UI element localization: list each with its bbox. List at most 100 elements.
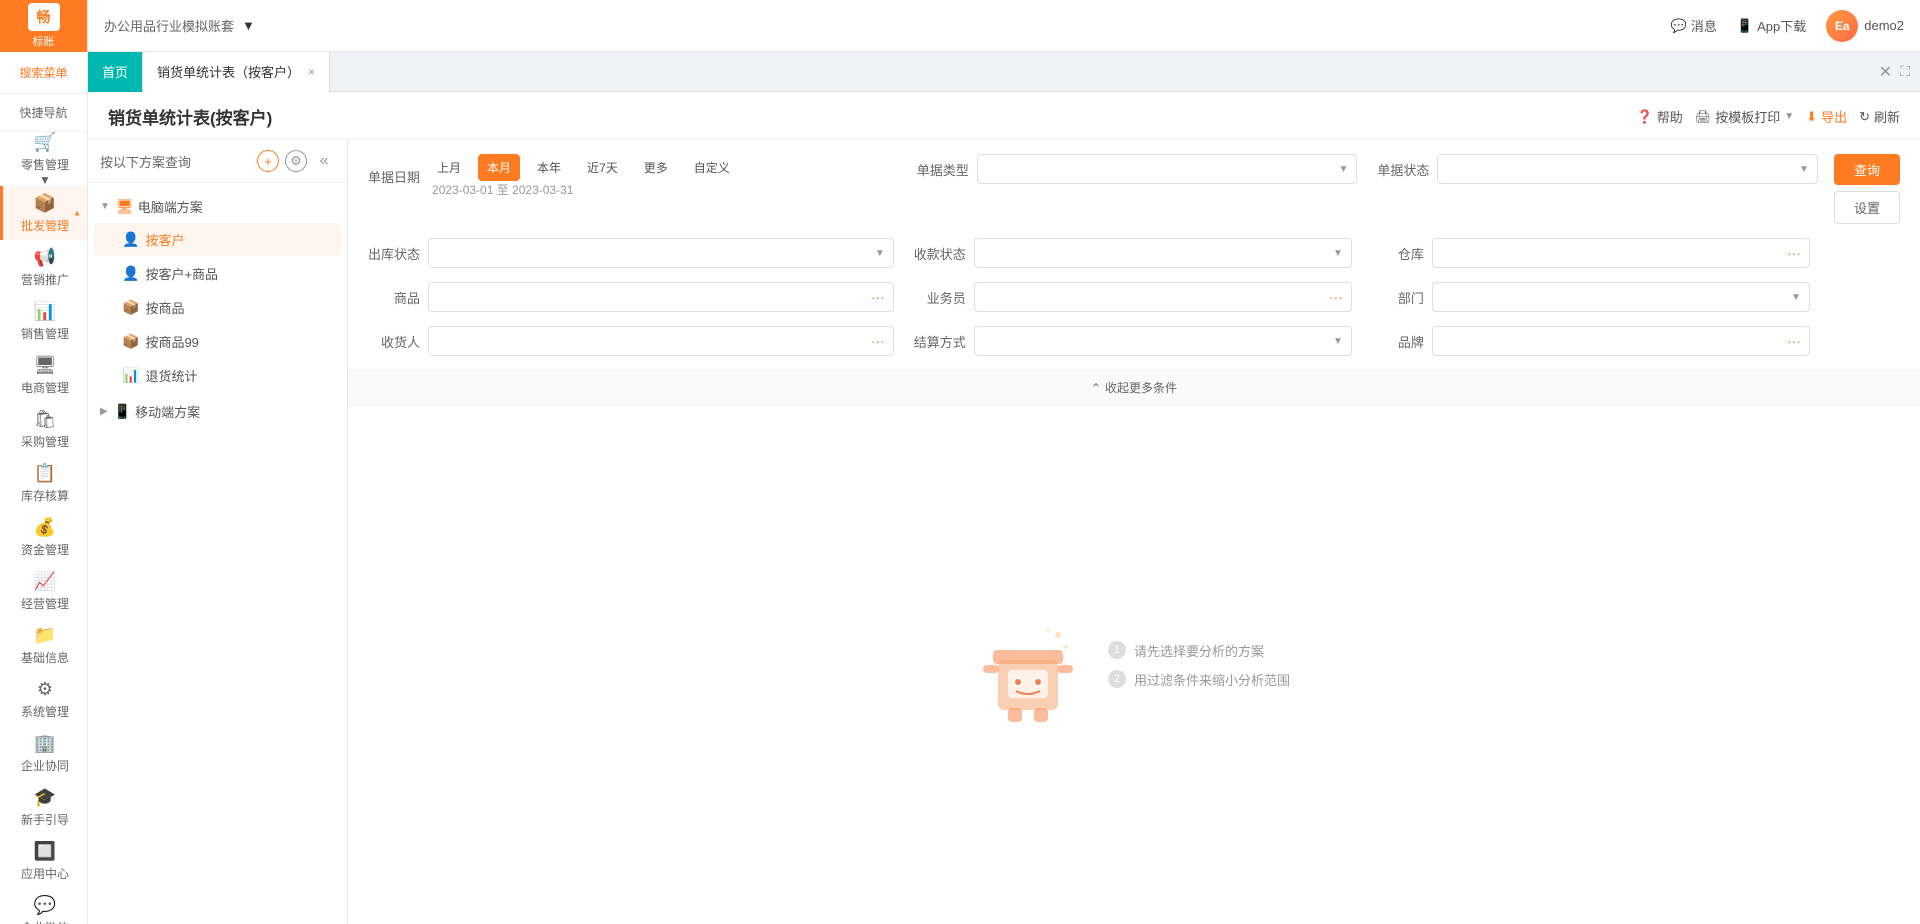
query-button[interactable]: 查询 bbox=[1834, 154, 1900, 185]
sidebar-item-newbie[interactable]: 🎓 新手引导 bbox=[0, 780, 87, 834]
department-input[interactable]: ▼ bbox=[1432, 282, 1810, 312]
date-filter-row: 上月 本月 本年 近7天 更多 自定义 bbox=[428, 154, 897, 181]
empty-tips: 1 请先选择要分析的方案 2 用过滤条件来缩小分析范围 bbox=[1108, 641, 1290, 689]
collapse-scheme-button[interactable]: « bbox=[313, 150, 335, 172]
scheme-item-customer-product[interactable]: 👤 按客户+商品 bbox=[94, 257, 341, 290]
salesperson-input[interactable]: ··· bbox=[974, 282, 1352, 312]
product-scheme-label: 按商品 bbox=[145, 298, 184, 317]
export-button[interactable]: ⬇ 导出 bbox=[1806, 107, 1847, 126]
scheme-group-desktop-header[interactable]: ▼ 🖥 电脑端方案 bbox=[88, 191, 347, 222]
app-download-label: App下载 bbox=[1757, 16, 1806, 35]
collapse-more-row[interactable]: ⌃ 收起更多条件 bbox=[348, 371, 1920, 405]
scheme-item-return-stats[interactable]: 📊 退货统计 bbox=[94, 359, 341, 392]
empty-tip-2: 2 用过滤条件来缩小分析范围 bbox=[1108, 670, 1290, 689]
purchase-label: 采购管理 bbox=[21, 433, 69, 450]
search-menu-label[interactable]: 搜索菜单 bbox=[6, 60, 81, 85]
tip-num-2: 2 bbox=[1108, 670, 1126, 688]
collect-status-input[interactable]: ▼ bbox=[974, 238, 1352, 268]
scheme-group-mobile-header[interactable]: ▶ 📱 移动端方案 bbox=[88, 396, 347, 427]
sidebar-item-basic[interactable]: 📁 基础信息 bbox=[0, 618, 87, 672]
date-btn-this-month[interactable]: 本月 bbox=[478, 154, 520, 181]
window-maximize-icon[interactable]: ⛶ bbox=[1900, 63, 1910, 80]
warehouse-dots-icon[interactable]: ··· bbox=[1787, 245, 1801, 261]
date-btn-this-year[interactable]: 本年 bbox=[528, 154, 570, 181]
print-arrow-icon[interactable]: ▼ bbox=[1784, 111, 1794, 122]
sidebar-nav: 🛒 零售管理 📦 批发管理 📢 营销推广 📊 销售管理 🖥 电商管理 🛍 采购管… bbox=[0, 132, 87, 924]
collect-status-label: 收款状态 bbox=[914, 244, 974, 263]
sidebar-item-wholesale[interactable]: 📦 批发管理 bbox=[0, 186, 87, 240]
tab-home[interactable]: 首页 bbox=[88, 52, 143, 92]
receiver-label: 收货人 bbox=[368, 332, 428, 351]
sidebar-item-inventory[interactable]: 📋 库存核算 bbox=[0, 456, 87, 510]
tip-num-1: 1 bbox=[1108, 641, 1126, 659]
warehouse-input[interactable]: ··· bbox=[1432, 238, 1810, 268]
sidebar-item-corpwechat[interactable]: 💬 企业微信 bbox=[0, 888, 87, 924]
refresh-button[interactable]: ↻ 刷新 bbox=[1859, 107, 1900, 126]
brand-dots-icon[interactable]: ··· bbox=[1787, 333, 1801, 349]
finance-icon: 💰 bbox=[34, 517, 56, 538]
out-status-input[interactable]: ▼ bbox=[428, 238, 894, 268]
salesperson-label: 业务员 bbox=[914, 288, 974, 307]
scheme-item-by-customer[interactable]: 👤 按客户 bbox=[94, 223, 341, 256]
date-btn-7days[interactable]: 近7天 bbox=[578, 154, 627, 181]
window-close-icon[interactable]: ✕ bbox=[1879, 62, 1892, 82]
purchase-icon: 🛍 bbox=[34, 409, 57, 430]
doc-status-label: 单据状态 bbox=[1377, 160, 1437, 179]
group-desktop-arrow-icon: ▼ bbox=[100, 201, 110, 212]
wholesale-label: 批发管理 bbox=[21, 217, 69, 234]
tab-maximize-area: ✕ ⛶ bbox=[1879, 62, 1920, 82]
tab-sales-stats[interactable]: 销货单统计表（按客户） × bbox=[143, 52, 330, 92]
salesperson-dots-icon[interactable]: ··· bbox=[1329, 289, 1343, 305]
header-breadcrumb: 办公用品行业模拟账套 bbox=[104, 16, 234, 35]
date-btn-more[interactable]: 更多 bbox=[635, 154, 677, 181]
sidebar-item-appcenter[interactable]: 🔲 应用中心 bbox=[0, 834, 87, 888]
doc-type-input[interactable]: ▼ bbox=[977, 154, 1358, 184]
sales-label: 销售管理 bbox=[21, 325, 69, 342]
add-scheme-button[interactable]: + bbox=[257, 150, 279, 172]
tab-close-icon[interactable]: × bbox=[308, 66, 315, 78]
scheme-item-by-product[interactable]: 📦 按商品 bbox=[94, 291, 341, 324]
sidebar-item-ecommerce[interactable]: 🖥 电商管理 bbox=[0, 348, 87, 402]
sidebar-item-finance[interactable]: 💰 资金管理 bbox=[0, 510, 87, 564]
receiver-dots-icon[interactable]: ··· bbox=[871, 333, 885, 349]
sidebar-item-retail[interactable]: 🛒 零售管理 bbox=[0, 132, 87, 186]
retail-label: 零售管理 bbox=[21, 156, 69, 173]
product-dots-icon[interactable]: ··· bbox=[871, 289, 885, 305]
print-button[interactable]: 🖨 按模板打印 ▼ bbox=[1695, 107, 1794, 126]
sidebar-item-operations[interactable]: 📈 经营管理 bbox=[0, 564, 87, 618]
sidebar-search[interactable]: 搜索菜单 bbox=[0, 52, 87, 94]
product-input[interactable]: ··· bbox=[428, 282, 894, 312]
enterprise-icon: 🏢 bbox=[34, 733, 56, 754]
sidebar-item-purchase[interactable]: 🛍 采购管理 bbox=[0, 402, 87, 456]
enterprise-label: 企业协同 bbox=[21, 757, 69, 774]
appcenter-label: 应用中心 bbox=[21, 865, 69, 882]
brand-input[interactable]: ··· bbox=[1432, 326, 1810, 356]
corpwechat-label: 企业微信 bbox=[21, 919, 69, 924]
product-scheme-icon: 📦 bbox=[122, 299, 139, 316]
scheme-panel: 按以下方案查询 + ⚙ « ▼ 🖥 电脑端方案 bbox=[88, 140, 348, 924]
collect-status-arrow-icon: ▼ bbox=[1333, 248, 1343, 259]
desktop-group-icon: 🖥 bbox=[116, 198, 134, 215]
sidebar-item-marketing[interactable]: 📢 营销推广 bbox=[0, 240, 87, 294]
scheme-item-by-product99[interactable]: 📦 按商品99 bbox=[94, 325, 341, 358]
corpwechat-icon: 💬 bbox=[34, 895, 56, 916]
sidebar-item-system[interactable]: ⚙ 系统管理 bbox=[0, 672, 87, 726]
filter-section: 单据日期 上月 本月 本年 近7天 更多 自定义 20 bbox=[348, 140, 1920, 371]
app-download-button[interactable]: 📱 App下载 bbox=[1737, 16, 1806, 35]
marketing-icon: 📢 bbox=[34, 247, 56, 268]
date-btn-last-month[interactable]: 上月 bbox=[428, 154, 470, 181]
help-button[interactable]: ❓ 帮助 bbox=[1637, 107, 1683, 126]
sidebar-item-enterprise[interactable]: 🏢 企业协同 bbox=[0, 726, 87, 780]
receiver-input[interactable]: ··· bbox=[428, 326, 894, 356]
quick-nav-label[interactable]: 快捷导航 bbox=[0, 100, 87, 125]
settings-scheme-button[interactable]: ⚙ bbox=[285, 150, 307, 172]
doc-status-input[interactable]: ▼ bbox=[1437, 154, 1818, 184]
settings-button[interactable]: 设置 bbox=[1834, 191, 1900, 224]
breadcrumb-arrow-icon[interactable]: ▼ bbox=[242, 18, 255, 33]
user-menu-button[interactable]: Ea demo2 bbox=[1826, 10, 1904, 42]
payment-input[interactable]: ▼ bbox=[974, 326, 1352, 356]
message-button[interactable]: 💬 消息 bbox=[1671, 16, 1717, 35]
date-btn-custom[interactable]: 自定义 bbox=[685, 154, 739, 181]
logo-sub-label: 标账 bbox=[33, 33, 55, 49]
sidebar-item-sales[interactable]: 📊 销售管理 bbox=[0, 294, 87, 348]
